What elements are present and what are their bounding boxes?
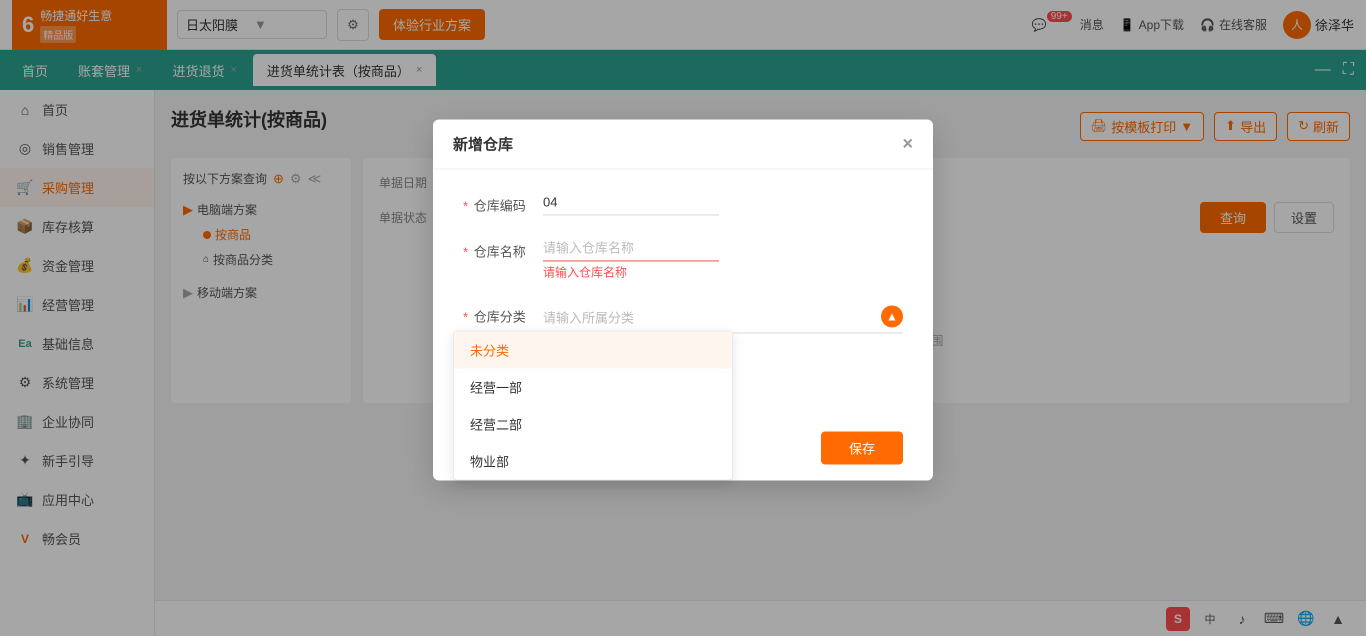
modal-close-button[interactable]: × xyxy=(902,133,913,154)
modal-title: 新增仓库 xyxy=(453,133,513,154)
name-row: * 仓库名称 请输入仓库名称 xyxy=(463,235,903,280)
code-input[interactable] xyxy=(543,189,719,215)
category-input-wrap: 请输入所属分类 ▲ 未分类 经营一部 经营二部 物业部 xyxy=(543,300,903,333)
name-error-message: 请输入仓库名称 xyxy=(543,263,903,280)
modal-header: 新增仓库 × xyxy=(433,119,933,169)
category-dropdown-trigger[interactable]: 请输入所属分类 ▲ xyxy=(543,300,903,333)
code-label: * 仓库编码 xyxy=(463,189,543,214)
required-star: * xyxy=(463,198,468,213)
dropdown-option-dept3[interactable]: 物业部 xyxy=(454,442,732,479)
dropdown-option-dept2[interactable]: 经营二部 xyxy=(454,405,732,442)
category-dropdown-list: 未分类 经营一部 经营二部 物业部 xyxy=(453,330,733,480)
category-label: * 仓库分类 xyxy=(463,300,543,325)
category-required-star: * xyxy=(463,309,468,324)
dropdown-option-uncategorized[interactable]: 未分类 xyxy=(454,331,732,368)
modal-body: * 仓库编码 * 仓库名称 请输入仓库名称 * 仓库分类 xyxy=(433,169,933,419)
name-input-wrap: 请输入仓库名称 xyxy=(543,235,903,280)
dropdown-arrow-icon: ▲ xyxy=(881,305,903,327)
category-placeholder: 请输入所属分类 xyxy=(543,307,881,326)
name-input[interactable] xyxy=(543,235,719,261)
dropdown-option-dept1[interactable]: 经营一部 xyxy=(454,368,732,405)
save-button[interactable]: 保存 xyxy=(821,431,903,464)
add-warehouse-modal: 新增仓库 × * 仓库编码 * 仓库名称 请输入仓库名称 xyxy=(433,119,933,480)
category-row: * 仓库分类 请输入所属分类 ▲ 未分类 经营一部 经营二部 物业部 xyxy=(463,300,903,333)
name-label: * 仓库名称 xyxy=(463,235,543,260)
name-required-star: * xyxy=(463,244,468,259)
code-input-wrap xyxy=(543,189,903,215)
code-row: * 仓库编码 xyxy=(463,189,903,215)
